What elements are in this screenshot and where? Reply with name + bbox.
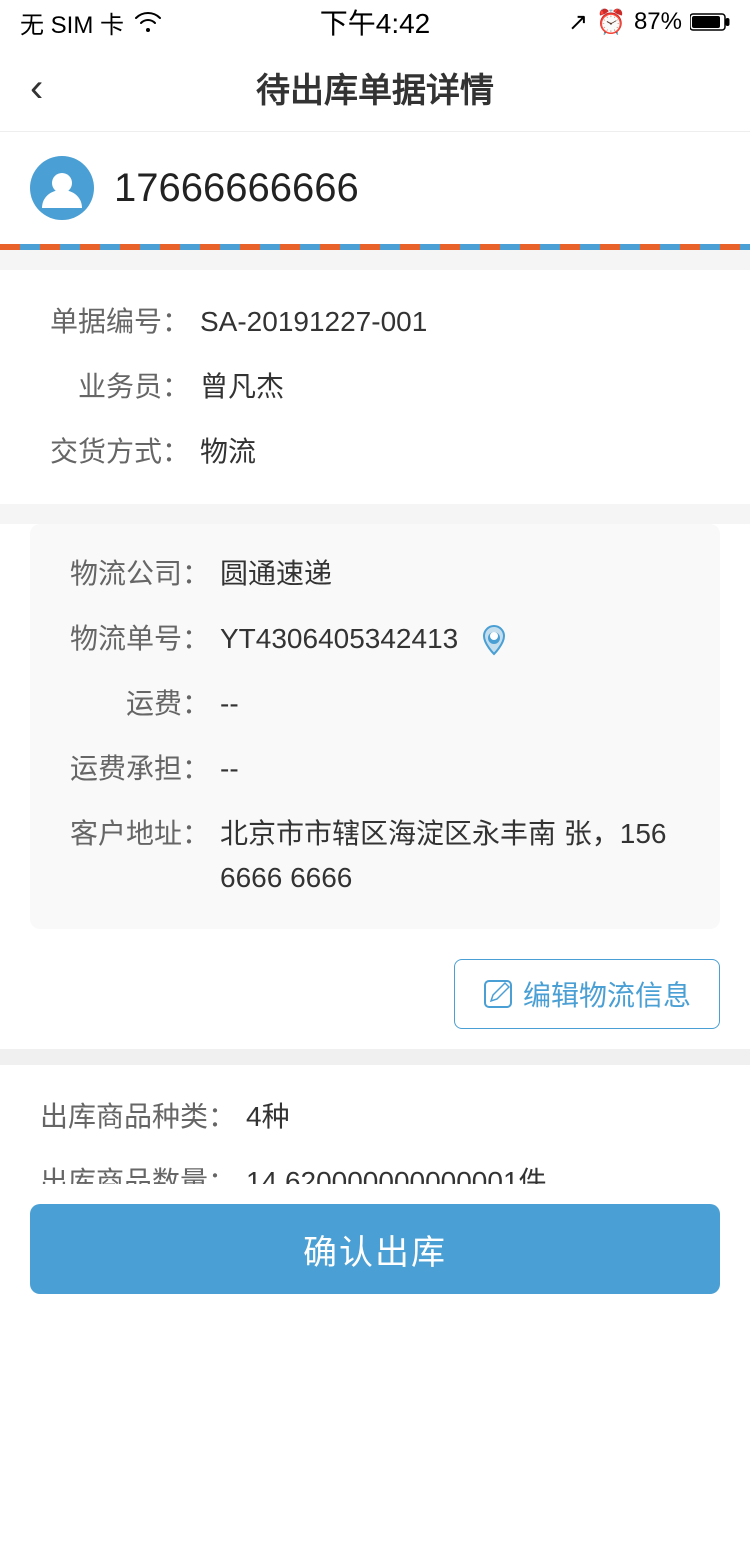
logistics-number-container: YT4306405342413 <box>220 617 514 662</box>
logistics-company-row: 物流公司： 圆通速递 <box>60 552 690 597</box>
address-value: 北京市市辖区海淀区永丰南 张，156 6666 6666 <box>220 812 690 902</box>
delivery-method-label: 交货方式： <box>40 430 200 475</box>
freight-value: -- <box>220 682 690 727</box>
delivery-method-value: 物流 <box>200 430 710 475</box>
address-label: 客户地址： <box>60 812 220 857</box>
status-bar: 无 SIM 卡 下午4:42 ↗ ⏰ 87% <box>0 0 750 44</box>
product-types-value: 4种 <box>246 1095 710 1140</box>
user-phone: 17666666666 <box>114 166 359 211</box>
address-row: 客户地址： 北京市市辖区海淀区永丰南 张，156 6666 6666 <box>60 812 690 902</box>
freight-bearer-value: -- <box>220 747 690 792</box>
product-types-row: 出库商品种类： 4种 <box>40 1095 710 1140</box>
gray-separator <box>0 1049 750 1065</box>
user-header: 17666666666 <box>0 132 750 244</box>
logistics-company-value: 圆通速递 <box>220 552 690 597</box>
battery-label: 87% <box>634 8 682 36</box>
logistics-tracking-row: 物流单号： YT4306405342413 <box>60 617 690 662</box>
tracking-location-icon[interactable] <box>474 620 514 660</box>
nav-bar: ‹ 待出库单据详情 <box>0 44 750 132</box>
sales-person-value: 曾凡杰 <box>200 365 710 410</box>
confirm-button[interactable]: 确认出库 <box>30 1204 720 1294</box>
dashed-divider <box>0 244 750 250</box>
confirm-btn-container: 确认出库 <box>0 1184 750 1334</box>
avatar-icon <box>37 163 87 213</box>
bottom-spacer <box>0 1345 750 1545</box>
battery-icon <box>690 12 730 32</box>
alarm-icon: ⏰ <box>596 8 626 37</box>
freight-label: 运费： <box>60 682 220 727</box>
logistics-card: 物流公司： 圆通速递 物流单号： YT4306405342413 运费： -- <box>30 524 720 929</box>
freight-row: 运费： -- <box>60 682 690 727</box>
logistics-company-label: 物流公司： <box>60 552 220 597</box>
back-button[interactable]: ‹ <box>30 68 43 108</box>
logistics-outer: 物流公司： 圆通速递 物流单号： YT4306405342413 运费： -- <box>0 524 750 939</box>
delivery-method-row: 交货方式： 物流 <box>40 430 710 475</box>
basic-info-section: 单据编号： SA-20191227-001 业务员： 曾凡杰 交货方式： 物流 <box>0 270 750 504</box>
page-title: 待出库单据详情 <box>256 63 494 112</box>
freight-bearer-row: 运费承担： -- <box>60 747 690 792</box>
status-bar-left: 无 SIM 卡 <box>20 5 162 40</box>
sales-person-label: 业务员： <box>40 365 200 410</box>
edit-logistics-button[interactable]: 编辑物流信息 <box>454 959 720 1029</box>
edit-btn-row: 编辑物流信息 <box>0 939 750 1049</box>
order-number-label: 单据编号： <box>40 300 200 345</box>
status-bar-right: ↗ ⏰ 87% <box>568 8 730 37</box>
carrier-label: 无 SIM 卡 <box>20 5 124 40</box>
logistics-tracking-value: YT4306405342413 <box>220 617 458 662</box>
sales-person-row: 业务员： 曾凡杰 <box>40 365 710 410</box>
order-number-row: 单据编号： SA-20191227-001 <box>40 300 710 345</box>
order-number-value: SA-20191227-001 <box>200 300 710 345</box>
edit-logistics-label: 编辑物流信息 <box>523 974 691 1014</box>
logistics-tracking-label: 物流单号： <box>60 617 220 662</box>
avatar <box>30 156 94 220</box>
status-bar-time: 下午4:42 <box>320 2 431 42</box>
edit-icon <box>483 979 513 1009</box>
freight-bearer-label: 运费承担： <box>60 747 220 792</box>
wifi-icon <box>134 12 162 32</box>
location-icon: ↗ <box>568 8 588 37</box>
product-types-label: 出库商品种类： <box>40 1095 246 1140</box>
